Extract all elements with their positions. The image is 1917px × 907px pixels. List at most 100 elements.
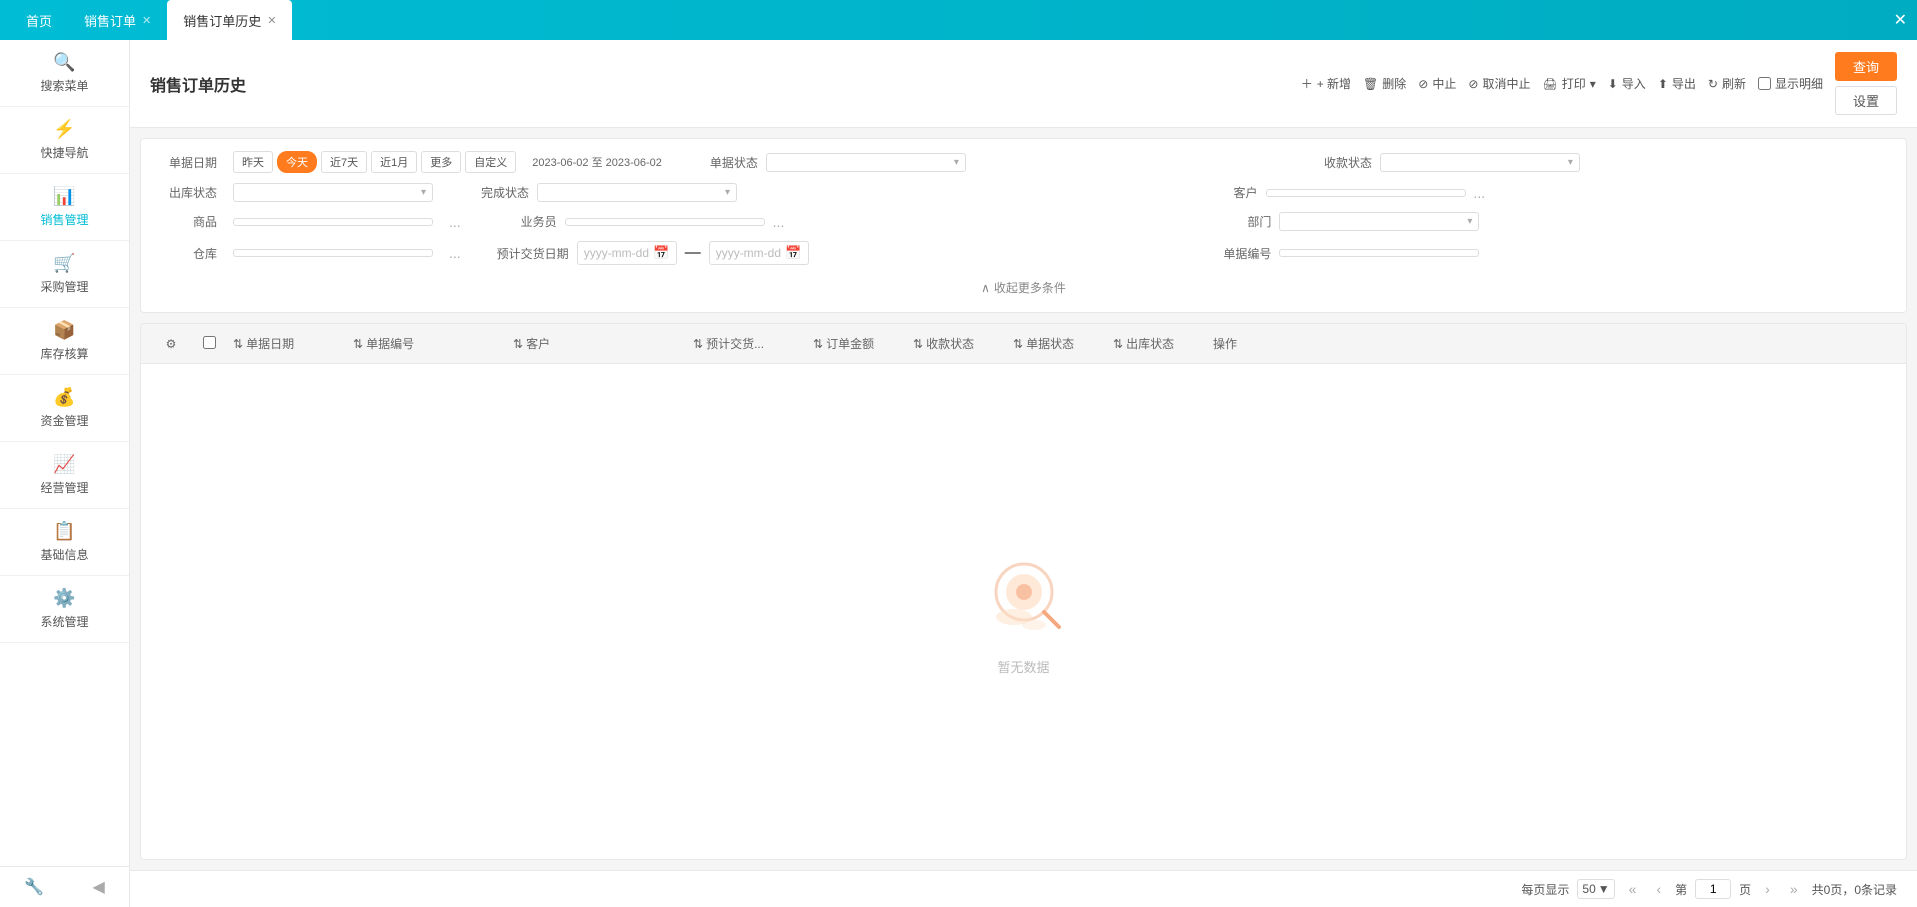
client-label: 客户 bbox=[1198, 184, 1258, 201]
sidebar-item-inventory[interactable]: 📦 库存核算 bbox=[0, 308, 129, 375]
tab-sales-order[interactable]: 销售订单 ✕ bbox=[68, 0, 167, 40]
date-btn-custom[interactable]: 自定义 bbox=[465, 151, 516, 173]
show-detail-checkbox[interactable] bbox=[1758, 77, 1771, 90]
sidebar-item-purchase[interactable]: 🛒 采购管理 bbox=[0, 241, 129, 308]
date-range-group: 昨天 今天 近7天 近1月 更多 自定义 bbox=[233, 151, 516, 173]
col-order-header[interactable]: ⇅ 单据状态 bbox=[1007, 335, 1107, 352]
filter-row-2: 出库状态 ▾ 完成状态 ▾ 客户 ... bbox=[157, 183, 1890, 202]
cancel-stop-btn[interactable]: ⊘ 取消中止 bbox=[1468, 75, 1530, 92]
sidebar-item-base-info[interactable]: 📋 基础信息 bbox=[0, 509, 129, 576]
date-btn-today[interactable]: 今天 bbox=[277, 151, 317, 173]
filter-row-1: 单据日期 昨天 今天 近7天 近1月 更多 自定义 2023-06-02 至 2… bbox=[157, 151, 1890, 173]
sidebar-item-finance[interactable]: 💰 资金管理 bbox=[0, 375, 129, 442]
sidebar-item-base-info-label: 基础信息 bbox=[40, 546, 88, 563]
import-icon: ⬇ bbox=[1608, 77, 1618, 91]
quicknav-icon: ⚡ bbox=[53, 119, 75, 140]
show-detail-checkbox-label[interactable]: 显示明细 bbox=[1758, 75, 1823, 92]
query-button[interactable]: 查询 bbox=[1835, 52, 1897, 81]
tab-home[interactable]: 首页 bbox=[10, 0, 68, 40]
set-button[interactable]: 设置 bbox=[1835, 86, 1897, 115]
sidebar-item-management[interactable]: 📈 经营管理 bbox=[0, 442, 129, 509]
print-arrow-icon: ▾ bbox=[1590, 77, 1596, 91]
col-date-header[interactable]: ⇅ 单据日期 bbox=[227, 335, 347, 352]
col-num-header[interactable]: ⇅ 单据编号 bbox=[347, 335, 507, 352]
col-delivery-header[interactable]: ⇅ 预计交货... bbox=[687, 335, 807, 352]
filter-row-3: 商品 ... 业务员 ... 部门 ▾ bbox=[157, 212, 1890, 231]
client-dots-btn[interactable]: ... bbox=[1474, 185, 1486, 201]
date-btn-yesterday[interactable]: 昨天 bbox=[233, 151, 273, 173]
next-page-btn[interactable]: › bbox=[1759, 879, 1776, 899]
col-settings-header[interactable]: ⚙ bbox=[151, 337, 191, 351]
table-area: ⚙ ⇅ 单据日期 ⇅ 单据编号 ⇅ 客户 ⇅ bbox=[140, 323, 1907, 860]
salesperson-dots-btn[interactable]: ... bbox=[773, 214, 785, 230]
page-header: 销售订单历史 ＋ + 新增 🗑 删除 ⊘ 中止 ⊘ 取消中止 bbox=[130, 40, 1917, 128]
collapse-btn[interactable]: ∧ 收起更多条件 bbox=[157, 275, 1890, 300]
search-icon: 🔍 bbox=[53, 52, 75, 73]
finance-icon: 💰 bbox=[53, 387, 75, 408]
refresh-btn[interactable]: ↻ 刷新 bbox=[1708, 75, 1746, 92]
receipt-status-select[interactable]: ▾ bbox=[1380, 153, 1580, 172]
prev-page-btn[interactable]: ‹ bbox=[1650, 879, 1667, 899]
first-page-btn[interactable]: « bbox=[1623, 879, 1643, 899]
sidebar-item-system[interactable]: ⚙️ 系统管理 bbox=[0, 576, 129, 643]
content-area: 销售订单历史 ＋ + 新增 🗑 删除 ⊘ 中止 ⊘ 取消中止 bbox=[130, 40, 1917, 907]
window-close-btn[interactable]: ✕ bbox=[1894, 10, 1907, 30]
col-delivery-label: 预计交货... bbox=[706, 335, 764, 352]
order-num-input[interactable] bbox=[1279, 249, 1479, 257]
col-amount-header[interactable]: ⇅ 订单金额 bbox=[807, 335, 907, 352]
sidebar-collapse-btn[interactable]: ◀ bbox=[92, 877, 104, 897]
col-receipt-header[interactable]: ⇅ 收款状态 bbox=[907, 335, 1007, 352]
date-btn-more[interactable]: 更多 bbox=[421, 151, 461, 173]
col-check-header[interactable] bbox=[191, 336, 227, 352]
sidebar-settings-btn[interactable]: 🔧 bbox=[24, 877, 44, 897]
query-set-group: 查询 设置 bbox=[1835, 52, 1897, 115]
sales-icon: 📊 bbox=[53, 186, 75, 207]
sort-order-icon: ⇅ bbox=[1013, 337, 1023, 351]
status-select[interactable]: ▾ bbox=[766, 153, 966, 172]
goods-dots-btn[interactable]: ... bbox=[449, 214, 461, 230]
last-page-btn[interactable]: » bbox=[1784, 879, 1804, 899]
col-stock-header[interactable]: ⇅ 出库状态 bbox=[1107, 335, 1207, 352]
date-btn-7days[interactable]: 近7天 bbox=[321, 151, 367, 173]
import-btn[interactable]: ⬇ 导入 bbox=[1608, 75, 1646, 92]
complete-select[interactable]: ▾ bbox=[537, 183, 737, 202]
sidebar-item-search[interactable]: 🔍 搜索菜单 bbox=[0, 40, 129, 107]
delivery-date-end[interactable]: yyyy-mm-dd 📅 bbox=[709, 241, 809, 265]
warehouse-input[interactable] bbox=[233, 249, 433, 257]
stop-btn[interactable]: ⊘ 中止 bbox=[1418, 75, 1456, 92]
page-num-input[interactable] bbox=[1695, 879, 1731, 899]
order-num-label: 单据编号 bbox=[1211, 245, 1271, 262]
stock-select[interactable]: ▾ bbox=[233, 183, 433, 202]
col-amount-label: 订单金额 bbox=[826, 335, 874, 352]
collapse-label: 收起更多条件 bbox=[994, 279, 1066, 296]
sidebar-item-purchase-label: 采购管理 bbox=[40, 278, 88, 295]
goods-input[interactable] bbox=[233, 218, 433, 226]
dept-select[interactable]: ▾ bbox=[1279, 212, 1479, 231]
add-btn[interactable]: ＋ + 新增 bbox=[1301, 75, 1351, 92]
export-btn[interactable]: ⬆ 导出 bbox=[1658, 75, 1696, 92]
tab-sales-order-history-label: 销售订单历史 bbox=[183, 11, 261, 30]
tab-sales-order-history-close[interactable]: ✕ bbox=[267, 14, 276, 27]
sidebar-item-quicknav[interactable]: ⚡ 快捷导航 bbox=[0, 107, 129, 174]
sort-receipt-icon: ⇅ bbox=[913, 337, 923, 351]
date-btn-1month[interactable]: 近1月 bbox=[371, 151, 417, 173]
tab-sales-order-history[interactable]: 销售订单历史 ✕ bbox=[167, 0, 292, 40]
dept-label: 部门 bbox=[1211, 213, 1271, 230]
delete-btn[interactable]: 🗑 删除 bbox=[1363, 75, 1406, 92]
salesperson-input[interactable] bbox=[565, 218, 765, 226]
delivery-date-start[interactable]: yyyy-mm-dd 📅 bbox=[577, 241, 677, 265]
refresh-btn-label: 刷新 bbox=[1722, 75, 1746, 92]
tab-sales-order-close[interactable]: ✕ bbox=[142, 14, 151, 27]
warehouse-dots-btn[interactable]: ... bbox=[449, 245, 461, 261]
print-btn[interactable]: 🖨 打印 ▾ bbox=[1542, 75, 1595, 92]
client-input[interactable] bbox=[1266, 189, 1466, 197]
complete-label: 完成状态 bbox=[469, 184, 529, 201]
col-client-header[interactable]: ⇅ 客户 bbox=[507, 335, 687, 352]
sidebar-item-sales[interactable]: 📊 销售管理 bbox=[0, 174, 129, 241]
sort-client-icon: ⇅ bbox=[513, 337, 523, 351]
select-all-checkbox[interactable] bbox=[203, 336, 216, 349]
per-page-select[interactable]: 50 ▼ bbox=[1577, 879, 1614, 899]
print-btn-label: 打印 bbox=[1562, 75, 1586, 92]
main-layout: 🔍 搜索菜单 ⚡ 快捷导航 📊 销售管理 🛒 采购管理 📦 库存核算 💰 资金管… bbox=[0, 40, 1917, 907]
sort-stock-icon: ⇅ bbox=[1113, 337, 1123, 351]
